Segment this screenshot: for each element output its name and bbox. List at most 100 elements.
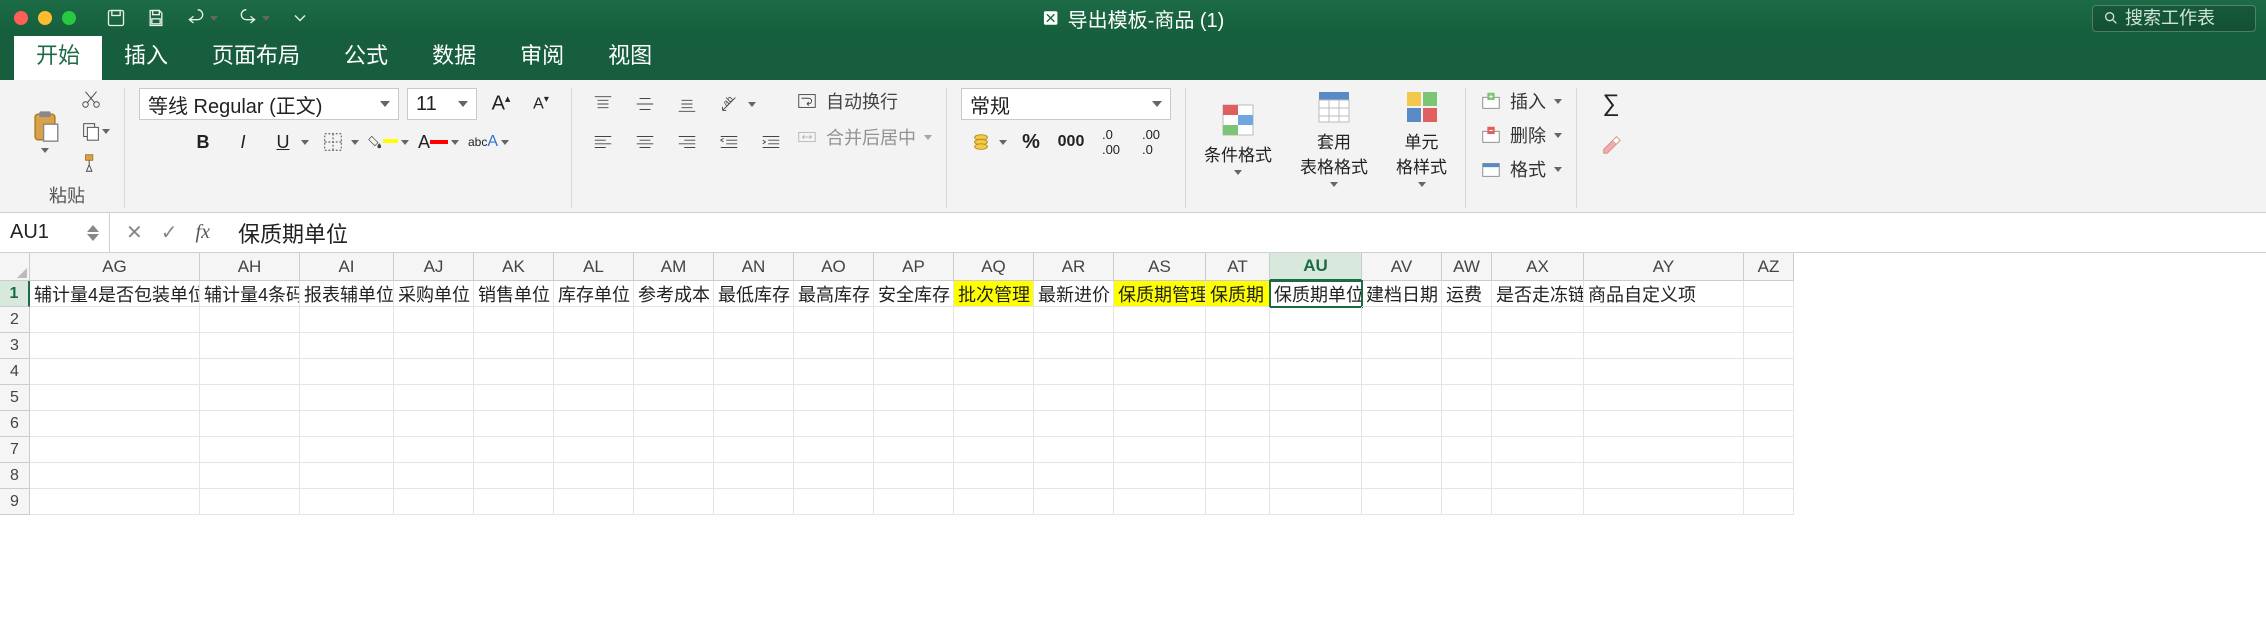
cell-AQ4[interactable] <box>954 359 1034 385</box>
table-format-button[interactable]: 套用 表格格式 <box>1296 88 1372 189</box>
cut-button[interactable] <box>80 88 110 110</box>
column-header-AH[interactable]: AH <box>200 253 300 281</box>
italic-button[interactable]: I <box>227 126 259 158</box>
cell-AJ7[interactable] <box>394 437 474 463</box>
cell-AK9[interactable] <box>474 489 554 515</box>
column-header-AM[interactable]: AM <box>634 253 714 281</box>
column-header-AZ[interactable]: AZ <box>1744 253 1794 281</box>
cell-AO4[interactable] <box>794 359 874 385</box>
column-header-AQ[interactable]: AQ <box>954 253 1034 281</box>
cell-AR4[interactable] <box>1034 359 1114 385</box>
cell-AN1[interactable]: 最低库存 <box>714 281 794 307</box>
column-header-AG[interactable]: AG <box>30 253 200 281</box>
cell-AO1[interactable]: 最高库存 <box>794 281 874 307</box>
cell-AJ9[interactable] <box>394 489 474 515</box>
save-button[interactable] <box>146 8 166 28</box>
format-cells-button[interactable]: 格式 <box>1480 156 1562 182</box>
chevron-down-icon[interactable] <box>401 140 409 145</box>
cell-AS7[interactable] <box>1114 437 1206 463</box>
cell-AX4[interactable] <box>1492 359 1584 385</box>
chevron-down-icon[interactable] <box>999 140 1007 145</box>
cell-AU6[interactable] <box>1270 411 1362 437</box>
cell-AT7[interactable] <box>1206 437 1270 463</box>
column-header-AI[interactable]: AI <box>300 253 394 281</box>
cell-AJ8[interactable] <box>394 463 474 489</box>
cell-AH9[interactable] <box>200 489 300 515</box>
enter-formula-button[interactable]: ✓ <box>161 220 178 245</box>
cell-AH4[interactable] <box>200 359 300 385</box>
cell-AV8[interactable] <box>1362 463 1442 489</box>
cell-AK2[interactable] <box>474 307 554 333</box>
cell-AS4[interactable] <box>1114 359 1206 385</box>
cell-AJ2[interactable] <box>394 307 474 333</box>
name-box-stepper[interactable] <box>87 225 99 241</box>
cell-AM9[interactable] <box>634 489 714 515</box>
cell-AZ3[interactable] <box>1744 333 1794 359</box>
cell-AN3[interactable] <box>714 333 794 359</box>
cell-AG3[interactable] <box>30 333 200 359</box>
cell-AV9[interactable] <box>1362 489 1442 515</box>
cell-AK8[interactable] <box>474 463 554 489</box>
row-header-6[interactable]: 6 <box>0 411 30 437</box>
cell-AL8[interactable] <box>554 463 634 489</box>
cell-AK1[interactable]: 销售单位 <box>474 281 554 307</box>
column-header-AK[interactable]: AK <box>474 253 554 281</box>
cell-AZ9[interactable] <box>1744 489 1794 515</box>
column-header-AR[interactable]: AR <box>1034 253 1114 281</box>
cell-AN7[interactable] <box>714 437 794 463</box>
decrease-decimal-button[interactable]: .00.0 <box>1135 126 1167 158</box>
cell-AM5[interactable] <box>634 385 714 411</box>
column-header-AO[interactable]: AO <box>794 253 874 281</box>
cell-AY7[interactable] <box>1584 437 1744 463</box>
cell-AJ4[interactable] <box>394 359 474 385</box>
cell-AH6[interactable] <box>200 411 300 437</box>
cell-AO3[interactable] <box>794 333 874 359</box>
column-header-AV[interactable]: AV <box>1362 253 1442 281</box>
cell-AV7[interactable] <box>1362 437 1442 463</box>
cell-AV5[interactable] <box>1362 385 1442 411</box>
cell-AY9[interactable] <box>1584 489 1744 515</box>
cell-AO8[interactable] <box>794 463 874 489</box>
cell-AP6[interactable] <box>874 411 954 437</box>
cell-AR1[interactable]: 最新进价 <box>1034 281 1114 307</box>
column-header-AX[interactable]: AX <box>1492 253 1584 281</box>
cell-AI1[interactable]: 报表辅单位 <box>300 281 394 307</box>
cell-AM7[interactable] <box>634 437 714 463</box>
cell-AJ6[interactable] <box>394 411 474 437</box>
number-format-combo[interactable]: 常规 <box>961 88 1171 120</box>
cell-AW6[interactable] <box>1442 411 1492 437</box>
align-left-button[interactable] <box>586 126 620 158</box>
wrap-text-button[interactable]: 自动换行 <box>796 88 932 114</box>
cell-AZ8[interactable] <box>1744 463 1794 489</box>
cell-AL9[interactable] <box>554 489 634 515</box>
cell-AQ6[interactable] <box>954 411 1034 437</box>
font-size-combo[interactable]: 11 <box>407 88 477 120</box>
cell-AZ1[interactable] <box>1744 281 1794 307</box>
align-bottom-button[interactable] <box>670 88 704 120</box>
cell-AL7[interactable] <box>554 437 634 463</box>
clear-button[interactable] <box>1591 128 1631 160</box>
cell-AX9[interactable] <box>1492 489 1584 515</box>
cell-AL6[interactable] <box>554 411 634 437</box>
cell-AJ1[interactable]: 采购单位 <box>394 281 474 307</box>
cell-AV2[interactable] <box>1362 307 1442 333</box>
cell-AQ1[interactable]: 批次管理 <box>954 281 1034 307</box>
cell-AW2[interactable] <box>1442 307 1492 333</box>
cell-AW3[interactable] <box>1442 333 1492 359</box>
cell-AW4[interactable] <box>1442 359 1492 385</box>
format-painter-button[interactable] <box>80 152 110 174</box>
cell-AV6[interactable] <box>1362 411 1442 437</box>
chevron-down-icon[interactable] <box>501 140 509 145</box>
cell-AY3[interactable] <box>1584 333 1744 359</box>
cell-AX8[interactable] <box>1492 463 1584 489</box>
increase-decimal-button[interactable]: .0.00 <box>1095 126 1127 158</box>
cell-AK4[interactable] <box>474 359 554 385</box>
cell-AS6[interactable] <box>1114 411 1206 437</box>
cell-AP1[interactable]: 安全库存 <box>874 281 954 307</box>
chevron-down-icon[interactable] <box>748 102 756 107</box>
cell-AP4[interactable] <box>874 359 954 385</box>
chevron-down-icon[interactable] <box>351 140 359 145</box>
cell-AU4[interactable] <box>1270 359 1362 385</box>
cell-AW1[interactable]: 运费 <box>1442 281 1492 307</box>
cell-AX6[interactable] <box>1492 411 1584 437</box>
